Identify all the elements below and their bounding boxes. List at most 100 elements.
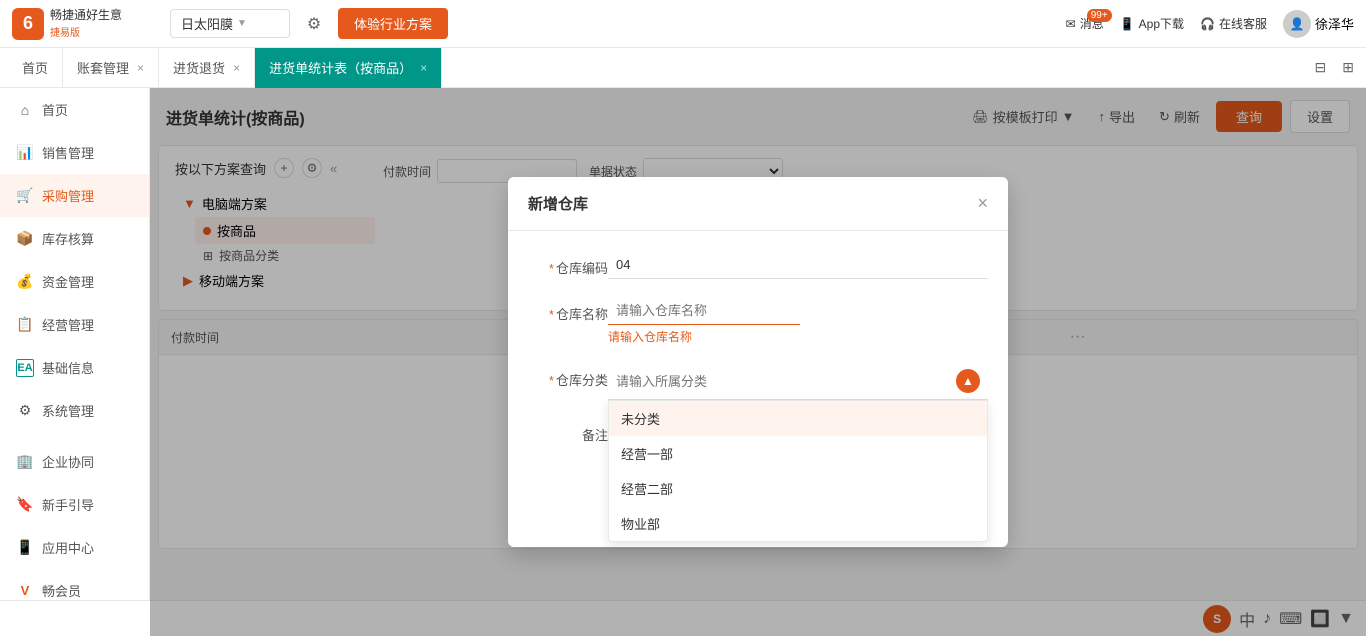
sidebar-item-operations-label: 经营管理 [42, 315, 94, 334]
modal-close-icon[interactable]: × [977, 193, 988, 214]
store-selector[interactable]: 日太阳膜 ▼ [170, 9, 290, 38]
user-avatar-area[interactable]: 👤 徐泽华 [1283, 10, 1354, 38]
add-warehouse-modal: 新增仓库 × 仓库编码 仓库名称 请输入仓库名称 [508, 177, 1008, 547]
main-layout: ⌂ 首页 📊 销售管理 🛒 采购管理 📦 库存核算 💰 资金管理 📋 经营管理 … [0, 88, 1366, 636]
sidebar-item-operations[interactable]: 📋 经营管理 [0, 303, 149, 346]
basic-info-icon: EA [16, 359, 34, 377]
name-label: 仓库名称 [528, 297, 608, 323]
category-input[interactable] [616, 374, 956, 389]
logo-area: 6 畅捷通好生意 捷易版 [12, 8, 162, 40]
guide-icon: 🔖 [16, 496, 34, 514]
tab-home-label: 首页 [22, 58, 48, 77]
sidebar-item-finance[interactable]: 💰 资金管理 [0, 260, 149, 303]
tab-account-label: 账套管理 [77, 58, 129, 77]
tab-purchase-stats-label: 进货单统计表（按商品） [269, 58, 412, 77]
modal-body: 仓库编码 仓库名称 请输入仓库名称 仓库分类 [508, 231, 1008, 492]
app-logo: 6 [12, 8, 44, 40]
sidebar-item-system[interactable]: ⚙ 系统管理 [0, 389, 149, 432]
tab-nav-minus-icon[interactable]: ⊟ [1311, 55, 1331, 80]
phone-icon: 📱 [1120, 17, 1135, 31]
tab-account-close-icon[interactable]: × [137, 61, 144, 75]
store-arrow-icon: ▼ [237, 18, 247, 29]
membership-icon: V [16, 582, 34, 600]
tab-bar: 首页 账套管理 × 进货退货 × 进货单统计表（按商品） × ⊟ ⊞ [0, 48, 1366, 88]
finance-icon: 💰 [16, 273, 34, 291]
dropdown-up-arrow-icon[interactable]: ▲ [956, 369, 980, 393]
sidebar-item-inventory[interactable]: 📦 库存核算 [0, 217, 149, 260]
name-error-msg: 请输入仓库名称 [608, 328, 988, 345]
sidebar-item-inventory-label: 库存核算 [42, 229, 94, 248]
tab-nav-expand-icon[interactable]: ⊞ [1338, 55, 1358, 80]
dropdown-item-3[interactable]: 物业部 [609, 506, 987, 541]
name-field-row: 仓库名称 请输入仓库名称 [528, 297, 988, 345]
sidebar-item-enterprise[interactable]: 🏢 企业协同 [0, 440, 149, 483]
store-name: 日太阳膜 [181, 14, 233, 33]
tab-purchase-return[interactable]: 进货退货 × [159, 48, 255, 88]
category-label: 仓库分类 [528, 363, 608, 389]
tab-home[interactable]: 首页 [8, 48, 63, 88]
sidebar-item-purchase[interactable]: 🛒 采购管理 [0, 174, 149, 217]
gear-icon: ⚙ [307, 14, 321, 34]
sidebar-item-guide[interactable]: 🔖 新手引导 [0, 483, 149, 526]
sidebar-item-guide-label: 新手引导 [42, 495, 94, 514]
sidebar-item-sales-label: 销售管理 [42, 143, 94, 162]
sales-icon: 📊 [16, 144, 34, 162]
tab-purchase-stats-close-icon[interactable]: × [420, 61, 427, 75]
code-field-row: 仓库编码 [528, 251, 988, 279]
category-input-wrapper: ▲ 未分类 经营一部 经营二部 物业部 [608, 363, 988, 400]
code-input[interactable] [608, 251, 988, 279]
sidebar-item-system-label: 系统管理 [42, 401, 94, 420]
sidebar-item-enterprise-label: 企业协同 [42, 452, 94, 471]
sidebar-item-sales[interactable]: 📊 销售管理 [0, 131, 149, 174]
online-service-btn[interactable]: 🎧 在线客服 [1200, 15, 1267, 32]
content-area: 进货单统计(按商品) 🖨 按模板打印 ▼ ↑ 导出 ↻ 刷新 查询 设置 [150, 88, 1366, 636]
modal-title: 新增仓库 [528, 193, 588, 214]
app-badge: 捷易版 [50, 24, 122, 39]
sidebar-item-home-label: 首页 [42, 100, 68, 119]
message-icon: ✉ [1066, 17, 1076, 31]
name-input-wrapper: 请输入仓库名称 [608, 297, 988, 345]
settings-icon-btn[interactable]: ⚙ [298, 8, 330, 40]
dropdown-item-0[interactable]: 未分类 [609, 401, 987, 436]
app-name: 畅捷通好生意 [50, 8, 122, 24]
sidebar-item-home[interactable]: ⌂ 首页 [0, 88, 149, 131]
category-dropdown-trigger[interactable]: ▲ [608, 363, 988, 400]
code-label: 仓库编码 [528, 251, 608, 277]
operations-icon: 📋 [16, 316, 34, 334]
sidebar-item-app-center[interactable]: 📱 应用中心 [0, 526, 149, 569]
top-actions: ✉ 消息 99+ 📱 App下载 🎧 在线客服 👤 徐泽华 [1066, 10, 1354, 38]
tab-purchase-stats[interactable]: 进货单统计表（按商品） × [255, 48, 442, 88]
tab-account[interactable]: 账套管理 × [63, 48, 159, 88]
tab-bar-end: ⊟ ⊞ [1311, 55, 1358, 80]
dropdown-item-2[interactable]: 经营二部 [609, 471, 987, 506]
app-download-label: App下载 [1139, 15, 1184, 32]
system-icon: ⚙ [16, 402, 34, 420]
sidebar-item-finance-label: 资金管理 [42, 272, 94, 291]
modal-header: 新增仓库 × [508, 177, 1008, 231]
category-field-row: 仓库分类 ▲ 未分类 经营一部 经营二部 物业部 [528, 363, 988, 400]
modal-overlay: 新增仓库 × 仓库编码 仓库名称 请输入仓库名称 [150, 88, 1366, 636]
sidebar-item-basic-info[interactable]: EA 基础信息 [0, 346, 149, 389]
sidebar-item-membership-label: 畅会员 [42, 581, 81, 600]
app-center-icon: 📱 [16, 539, 34, 557]
home-icon: ⌂ [16, 101, 34, 119]
tab-purchase-return-label: 进货退货 [173, 58, 225, 77]
user-avatar: 👤 [1283, 10, 1311, 38]
tab-purchase-return-close-icon[interactable]: × [233, 61, 240, 75]
top-bar: 6 畅捷通好生意 捷易版 日太阳膜 ▼ ⚙ 体验行业方案 ✉ 消息 99+ 📱 … [0, 0, 1366, 48]
try-industry-button[interactable]: 体验行业方案 [338, 8, 448, 39]
username-label: 徐泽华 [1315, 14, 1354, 33]
note-label: 备注 [528, 418, 608, 444]
enterprise-icon: 🏢 [16, 453, 34, 471]
name-input[interactable] [608, 297, 800, 325]
inventory-icon: 📦 [16, 230, 34, 248]
app-download-btn[interactable]: 📱 App下载 [1120, 15, 1184, 32]
dropdown-item-1[interactable]: 经营一部 [609, 436, 987, 471]
purchase-icon: 🛒 [16, 187, 34, 205]
headset-icon: 🎧 [1200, 17, 1215, 31]
sidebar: ⌂ 首页 📊 销售管理 🛒 采购管理 📦 库存核算 💰 资金管理 📋 经营管理 … [0, 88, 150, 636]
message-btn[interactable]: ✉ 消息 99+ [1066, 15, 1104, 32]
sidebar-item-app-center-label: 应用中心 [42, 538, 94, 557]
sidebar-item-purchase-label: 采购管理 [42, 186, 94, 205]
message-badge: 99+ [1087, 9, 1112, 22]
